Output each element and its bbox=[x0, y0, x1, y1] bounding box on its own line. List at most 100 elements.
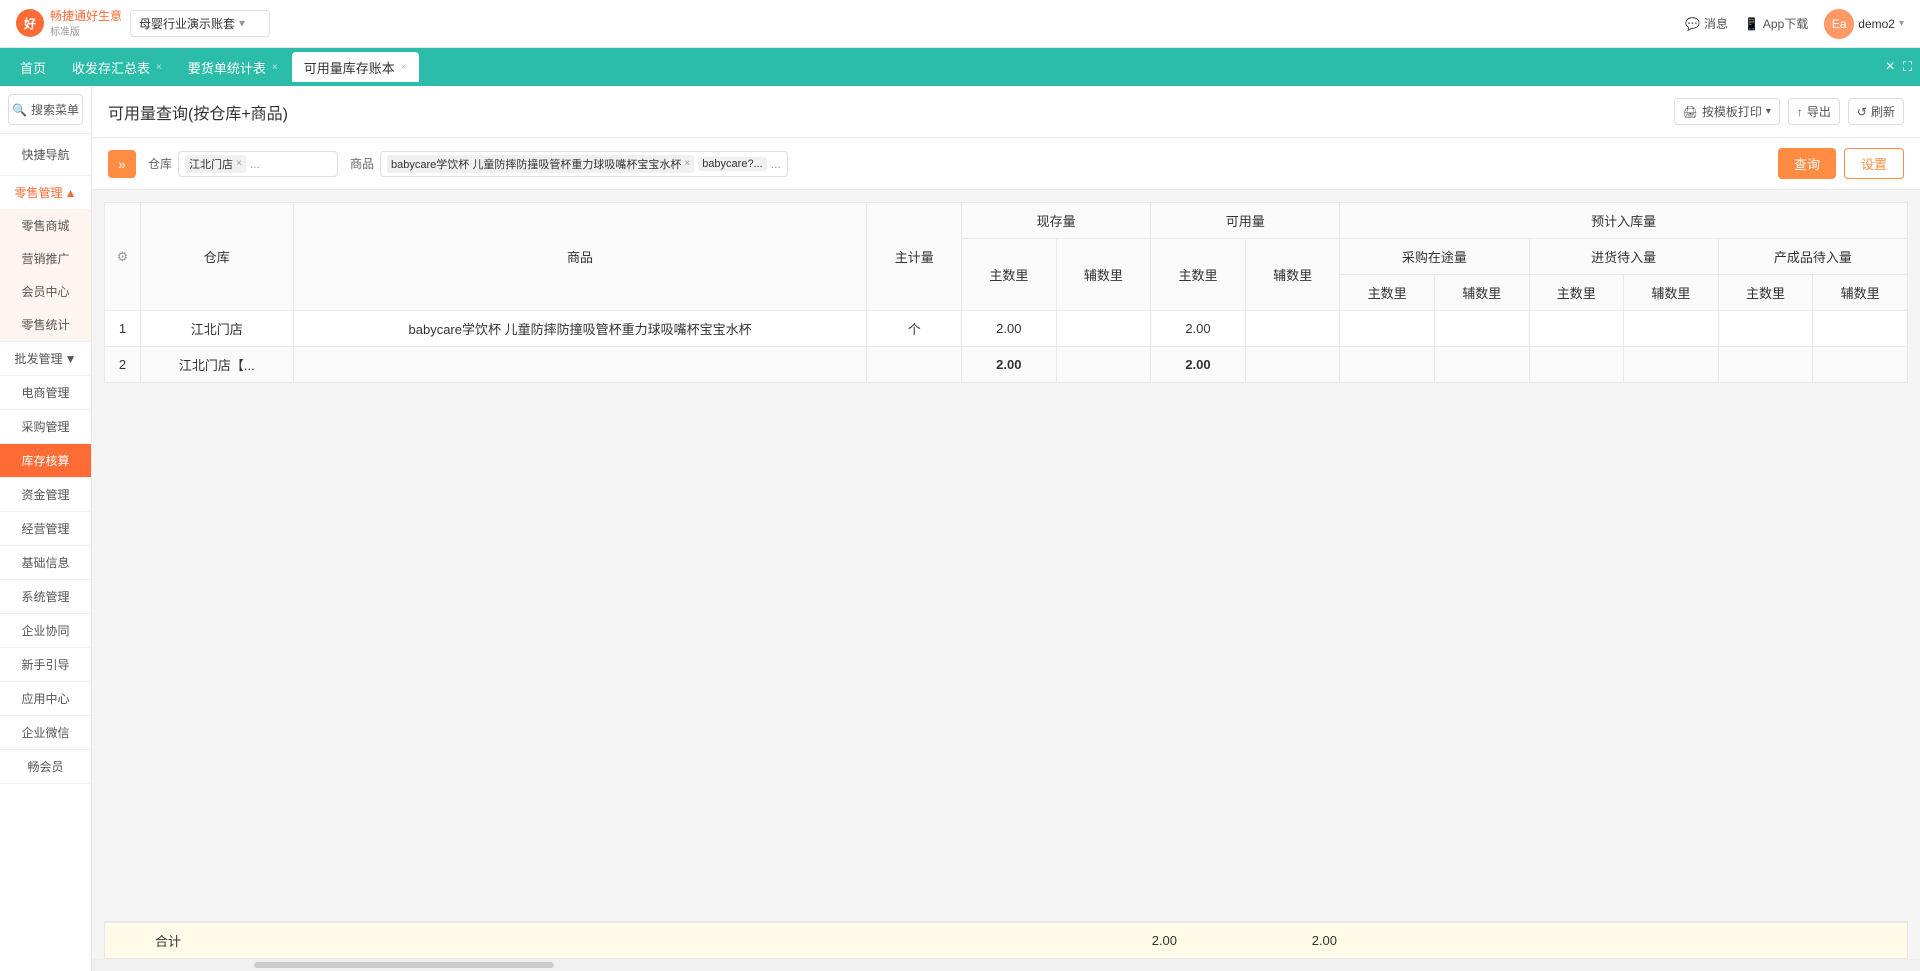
top-bar: 好 畅捷通好生意 标准版 母婴行业演示账套 ▾ 💬 消息 📱 App下载 Ea … bbox=[0, 0, 1920, 48]
gear-icon[interactable]: ⚙ bbox=[117, 249, 129, 264]
tab-available-stock[interactable]: 可用量库存账本 × bbox=[292, 52, 419, 82]
th-settings: ⚙ bbox=[105, 203, 141, 311]
sidebar-newbie-header[interactable]: 新手引导 bbox=[0, 648, 91, 681]
search-menu-btn[interactable]: 🔍 搜索菜单 bbox=[8, 94, 83, 125]
sidebar-section-purchase: 采购管理 bbox=[0, 410, 91, 444]
refresh-label: 刷新 bbox=[1871, 103, 1895, 120]
sidebar-item-marketing[interactable]: 营销推广 bbox=[0, 242, 91, 275]
main-layout: 🔍 搜索菜单 快捷导航 零售管理 ▲ 零售商城 营销推广 会员中心 零售统计 批… bbox=[0, 86, 1920, 971]
product-input[interactable]: babycare学饮杯 儿童防摔防撞吸管杯重力球吸嘴杯宝宝水杯 × babyca… bbox=[380, 151, 788, 177]
cell-avail-aux-2 bbox=[1245, 347, 1340, 383]
warehouse-tag-text: 江北门店 bbox=[189, 156, 233, 172]
app-download-btn[interactable]: 📱 App下载 bbox=[1744, 15, 1808, 32]
sidebar-finance-header[interactable]: 资金管理 bbox=[0, 478, 91, 511]
print-label: 按模板打印 bbox=[1702, 103, 1762, 120]
export-label: 导出 bbox=[1807, 103, 1831, 120]
user-area[interactable]: Ea demo2 ▾ bbox=[1824, 9, 1904, 39]
table-container: ⚙ 仓库 商品 主计量 现存量 可用量 预计入库量 主数里 辅数里 主数里 辅数… bbox=[92, 190, 1920, 921]
product-filter-group: 商品 babycare学饮杯 儿童防摔防撞吸管杯重力球吸嘴杯宝宝水杯 × bab… bbox=[350, 151, 788, 177]
cell-purch-main-2 bbox=[1340, 347, 1435, 383]
setting-btn[interactable]: 设置 bbox=[1844, 148, 1904, 179]
refresh-btn[interactable]: ↺ 刷新 bbox=[1848, 98, 1904, 125]
sidebar-section-vip: 畅会员 bbox=[0, 750, 91, 784]
th-available: 可用量 bbox=[1151, 203, 1340, 239]
tab-home[interactable]: 首页 bbox=[8, 52, 58, 82]
sidebar-item-member[interactable]: 会员中心 bbox=[0, 275, 91, 308]
cell-seq-2: 2 bbox=[105, 347, 141, 383]
download-icon: 📱 bbox=[1744, 17, 1759, 31]
industry-selector[interactable]: 母婴行业演示账套 ▾ bbox=[130, 10, 270, 37]
print-btn[interactable]: 🖨 按模板打印 ▾ bbox=[1674, 98, 1780, 125]
top-bar-left: 好 畅捷通好生意 标准版 母婴行业演示账套 ▾ bbox=[16, 9, 270, 38]
sidebar-item-retail-stats[interactable]: 零售统计 bbox=[0, 308, 91, 341]
tab-available-stock-close[interactable]: × bbox=[401, 62, 407, 73]
tab-receive-send-close[interactable]: × bbox=[156, 62, 162, 73]
chevron-down-icon-user: ▾ bbox=[1899, 18, 1904, 29]
product-more-btn[interactable]: ... bbox=[771, 157, 781, 171]
page-title: 可用量查询(按仓库+商品) bbox=[108, 100, 288, 136]
footer-area: 合计 2.00 2.00 bbox=[92, 921, 1920, 959]
table-row: 1 江北门店 babycare学饮杯 儿童防摔防撞吸管杯重力球吸嘴杯宝宝水杯 个… bbox=[105, 311, 1908, 347]
sidebar-retail-header[interactable]: 零售管理 ▲ bbox=[0, 176, 91, 209]
expand-tabs-btn[interactable]: ⛶ bbox=[1903, 59, 1912, 75]
product-label: 商品 bbox=[350, 155, 374, 172]
tab-order-stats[interactable]: 要货单统计表 × bbox=[176, 52, 290, 82]
message-btn[interactable]: 💬 消息 bbox=[1685, 15, 1728, 32]
cell-stock-main-2: 2.00 bbox=[962, 347, 1057, 383]
horizontal-scrollbar[interactable] bbox=[254, 962, 554, 968]
logo-text: 畅捷通好生意 bbox=[50, 9, 122, 23]
th-current-stock: 现存量 bbox=[962, 203, 1151, 239]
sidebar-section-enterprise: 企业协同 bbox=[0, 614, 91, 648]
search-menu-label: 搜索菜单 bbox=[31, 101, 79, 118]
sidebar-basic-header[interactable]: 基础信息 bbox=[0, 546, 91, 579]
logo-icon: 好 bbox=[16, 9, 44, 37]
tab-receive-send-label: 收发存汇总表 bbox=[72, 58, 150, 77]
footer-label: 合计 bbox=[151, 931, 1097, 950]
warehouse-input[interactable]: 江北门店 × ... bbox=[178, 151, 338, 177]
cell-purch-main bbox=[1340, 311, 1435, 347]
sidebar-inventory-header[interactable]: 库存核算 bbox=[0, 444, 91, 477]
product-tag-1: babycare学饮杯 儿童防摔防撞吸管杯重力球吸嘴杯宝宝水杯 × bbox=[387, 155, 694, 173]
sidebar-section-inventory: 库存核算 bbox=[0, 444, 91, 478]
sidebar-wholesale-header[interactable]: 批发管理 ▼ bbox=[0, 342, 91, 375]
sidebar-appcenter-header[interactable]: 应用中心 bbox=[0, 682, 91, 715]
close-all-tabs-btn[interactable]: × bbox=[1886, 58, 1895, 76]
cell-purch-aux bbox=[1434, 311, 1529, 347]
sidebar-section-ecommerce: 电商管理 bbox=[0, 376, 91, 410]
filter-expand-btn[interactable]: » bbox=[108, 150, 136, 178]
cell-inbound-main-2 bbox=[1529, 347, 1624, 383]
sidebar-section-wholesale: 批发管理 ▼ bbox=[0, 342, 91, 376]
product-tag-text-1: babycare学饮杯 儿童防摔防撞吸管杯重力球吸嘴杯宝宝水杯 bbox=[391, 156, 681, 172]
sidebar: 🔍 搜索菜单 快捷导航 零售管理 ▲ 零售商城 营销推广 会员中心 零售统计 批… bbox=[0, 86, 92, 971]
warehouse-more-btn[interactable]: ... bbox=[250, 157, 260, 171]
chevron-down-icon-wholesale: ▼ bbox=[65, 352, 77, 366]
product-tag-close-1[interactable]: × bbox=[684, 158, 690, 169]
content-area: 可用量查询(按仓库+商品) 🖨 按模板打印 ▾ ↑ 导出 ↺ 刷新 » bbox=[92, 86, 1920, 971]
tab-receive-send[interactable]: 收发存汇总表 × bbox=[60, 52, 174, 82]
tab-order-stats-close[interactable]: × bbox=[272, 62, 278, 73]
th-product: 商品 bbox=[293, 203, 867, 311]
warehouse-tag-close-1[interactable]: × bbox=[236, 158, 242, 169]
cell-inbound-aux-2 bbox=[1624, 347, 1719, 383]
message-icon: 💬 bbox=[1685, 17, 1700, 31]
sidebar-operation-header[interactable]: 经营管理 bbox=[0, 512, 91, 545]
tab-available-stock-label: 可用量库存账本 bbox=[304, 58, 395, 77]
sidebar-purchase-header[interactable]: 采购管理 bbox=[0, 410, 91, 443]
sidebar-item-shortcut[interactable]: 快捷导航 bbox=[0, 138, 91, 171]
th-inbound-main: 主数里 bbox=[1529, 275, 1624, 311]
product-tag-text-2: babycare?... bbox=[702, 158, 763, 170]
cell-inbound-aux bbox=[1624, 311, 1719, 347]
sidebar-item-retail-mall[interactable]: 零售商城 bbox=[0, 209, 91, 242]
sidebar-enterprise-header[interactable]: 企业协同 bbox=[0, 614, 91, 647]
query-btn[interactable]: 查询 bbox=[1778, 148, 1836, 179]
print-icon: 🖨 bbox=[1683, 105, 1698, 119]
sidebar-system-header[interactable]: 系统管理 bbox=[0, 580, 91, 613]
sidebar-wechat-header[interactable]: 企业微信 bbox=[0, 716, 91, 749]
logo-sub: 标准版 bbox=[50, 23, 122, 38]
cell-warehouse: 江北门店 bbox=[141, 311, 294, 347]
footer-avail-main: 2.00 bbox=[1257, 933, 1337, 948]
cell-prod-aux bbox=[1813, 311, 1908, 347]
sidebar-ecommerce-header[interactable]: 电商管理 bbox=[0, 376, 91, 409]
export-btn[interactable]: ↑ 导出 bbox=[1788, 98, 1840, 125]
sidebar-vip-header[interactable]: 畅会员 bbox=[0, 750, 91, 783]
